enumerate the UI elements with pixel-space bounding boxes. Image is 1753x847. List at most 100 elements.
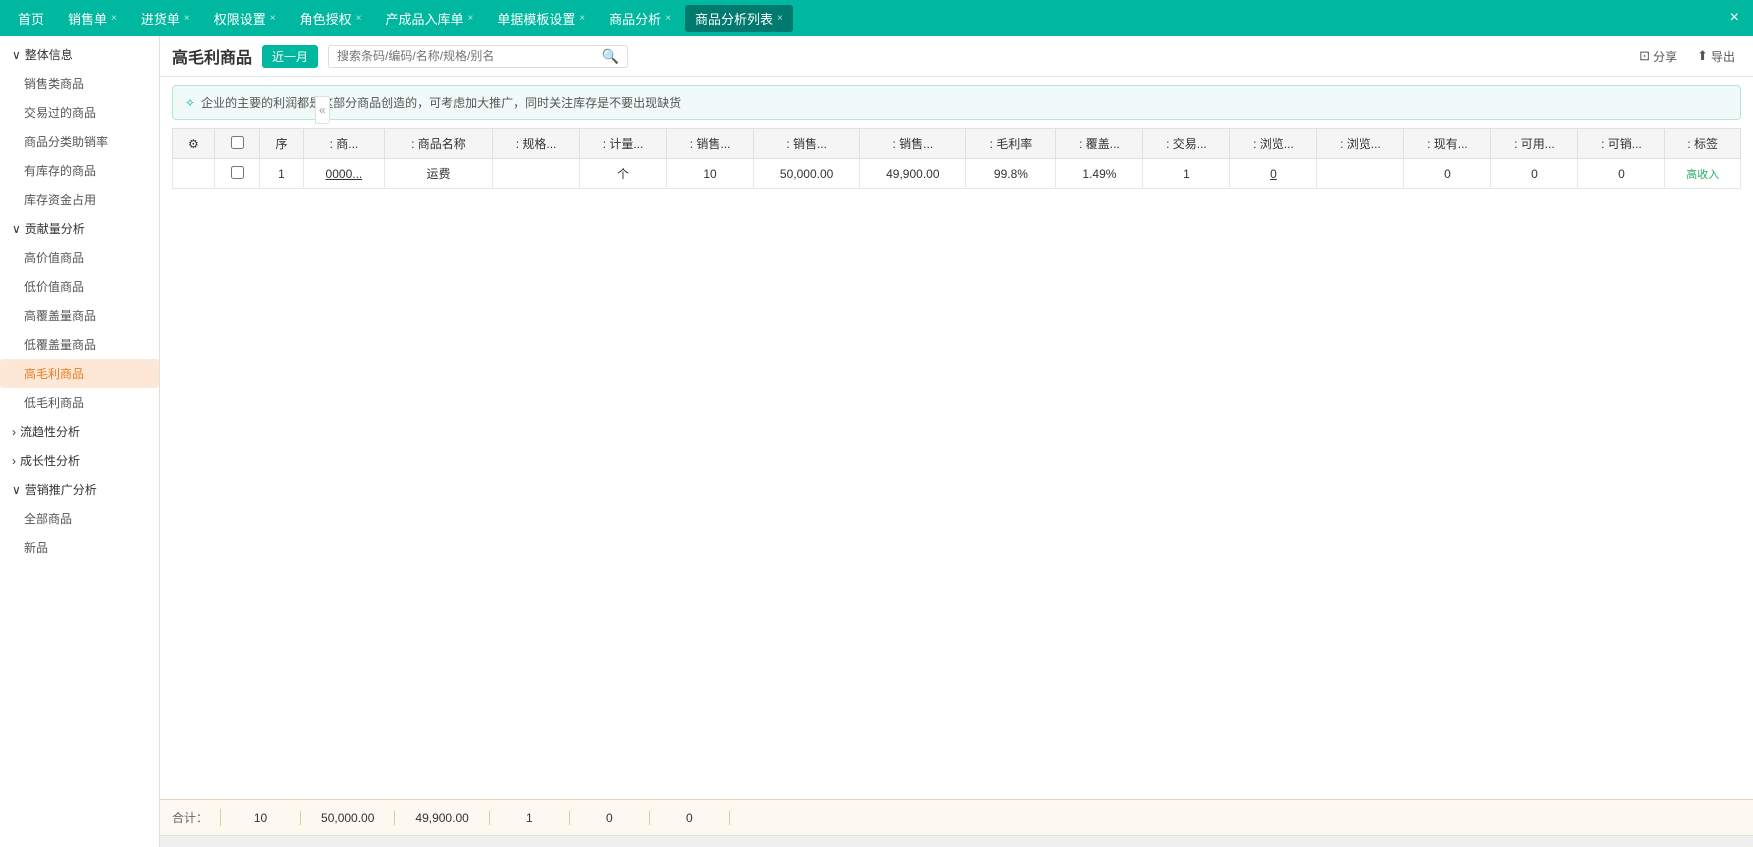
col-name[interactable]: : 商品名称 (384, 129, 492, 159)
date-filter-button[interactable]: 近一月 (262, 45, 318, 68)
col-code[interactable]: : 商... (303, 129, 384, 159)
close-role-tab[interactable]: × (356, 13, 362, 24)
sidebar-item-all-goods[interactable]: 全部商品 (0, 504, 159, 533)
sidebar-item-sales-goods[interactable]: 销售类商品 (0, 69, 159, 98)
sidebar-item-stock-capital[interactable]: 库存资金占用 (0, 185, 159, 214)
row-views1[interactable]: 0 (1230, 159, 1317, 189)
select-all-checkbox[interactable] (231, 136, 244, 149)
col-index: 序 (260, 129, 304, 159)
main-container: ∨ 整体信息 销售类商品 交易过的商品 商品分类助销率 有库存的商品 库存资金占… (0, 36, 1753, 847)
col-coverage[interactable]: : 覆盖... (1056, 129, 1143, 159)
nav-tab-analysis[interactable]: 商品分析 × (599, 5, 681, 32)
content-area: « 高毛利商品 近一月 🔍 ⊡ 分享 ⬆ 导出 ✧ (160, 36, 1753, 847)
close-permission-tab[interactable]: × (270, 13, 276, 24)
col-sales-qty[interactable]: : 销售... (667, 129, 754, 159)
row-sales-amt: 50,000.00 (754, 159, 860, 189)
close-analysis-list-tab[interactable]: × (777, 13, 783, 24)
sidebar-item-category-rate[interactable]: 商品分类助销率 (0, 127, 159, 156)
close-sales-tab[interactable]: × (111, 13, 117, 24)
row-saleable: 0 (1578, 159, 1665, 189)
sidebar-group-overall[interactable]: ∨ 整体信息 (0, 40, 159, 69)
nav-tab-role[interactable]: 角色授权 × (290, 5, 372, 32)
col-spec[interactable]: : 规格... (493, 129, 580, 159)
col-settings[interactable]: ⚙ (173, 129, 215, 159)
col-checkbox[interactable] (214, 129, 259, 159)
export-button[interactable]: ⬆ 导出 (1691, 45, 1741, 68)
sidebar-item-low-margin[interactable]: 低毛利商品 (0, 388, 159, 417)
sidebar-item-in-stock[interactable]: 有库存的商品 (0, 156, 159, 185)
col-available[interactable]: : 可用... (1491, 129, 1578, 159)
share-button[interactable]: ⊡ 分享 (1633, 45, 1683, 68)
row-transactions: 1 (1143, 159, 1230, 189)
header-actions: ⊡ 分享 ⬆ 导出 (1633, 45, 1741, 68)
close-template-tab[interactable]: × (579, 13, 585, 24)
close-product-in-tab[interactable]: × (467, 13, 473, 24)
nav-tab-analysis-list[interactable]: 商品分析列表 × (685, 5, 793, 32)
row-views2 (1317, 159, 1404, 189)
col-tag[interactable]: : 标签 (1665, 129, 1741, 159)
info-icon: ✧ (185, 96, 195, 110)
row-spec (493, 159, 580, 189)
sidebar-item-high-margin[interactable]: 高毛利商品 (0, 359, 159, 388)
collapse-icon: ∨ (12, 48, 21, 62)
col-transactions[interactable]: : 交易... (1143, 129, 1230, 159)
row-unit: 个 (580, 159, 667, 189)
col-stock[interactable]: : 现有... (1404, 129, 1491, 159)
footer-transactions: 1 (490, 811, 570, 825)
close-purchase-tab[interactable]: × (184, 13, 190, 24)
col-sales-amt[interactable]: : 销售... (754, 129, 860, 159)
search-box[interactable]: 🔍 (328, 45, 628, 68)
sidebar-group-marketing[interactable]: ∨ 营销推广分析 (0, 475, 159, 504)
content-header: 高毛利商品 近一月 🔍 ⊡ 分享 ⬆ 导出 (160, 36, 1753, 77)
row-stock: 0 (1404, 159, 1491, 189)
sidebar-toggle-button[interactable]: « (315, 96, 330, 124)
nav-tab-permission[interactable]: 权限设置 × (204, 5, 286, 32)
sidebar-group-contribution[interactable]: ∨ 贡献量分析 (0, 214, 159, 243)
sidebar-item-high-coverage[interactable]: 高覆盖量商品 (0, 301, 159, 330)
collapse-icon-marketing: ∨ (12, 483, 21, 497)
sidebar-item-traded-goods[interactable]: 交易过的商品 (0, 98, 159, 127)
row-coverage: 1.49% (1056, 159, 1143, 189)
expand-icon-growth: › (12, 454, 16, 468)
col-views2[interactable]: : 浏览... (1317, 129, 1404, 159)
col-unit[interactable]: : 计量... (580, 129, 667, 159)
footer-sales-amt: 50,000.00 (301, 811, 395, 825)
close-analysis-tab[interactable]: × (665, 13, 671, 24)
footer-sales-qty: 10 (221, 811, 301, 825)
info-banner: ✧ 企业的主要的利润都是这部分商品创造的，可考虑加大推广，同时关注库存是不要出现… (172, 85, 1741, 120)
sidebar-item-low-value[interactable]: 低价值商品 (0, 272, 159, 301)
search-icon[interactable]: 🔍 (602, 48, 619, 65)
col-saleable[interactable]: : 可销... (1578, 129, 1665, 159)
row-code[interactable]: 0000... (303, 159, 384, 189)
footer-sales-profit: 49,900.00 (395, 811, 489, 825)
footer-stock: 0 (570, 811, 650, 825)
row-available: 0 (1491, 159, 1578, 189)
footer-saleable: 0 (650, 811, 730, 825)
top-navigation: 首页 销售单 × 进货单 × 权限设置 × 角色授权 × 产成品入库单 × 单据… (0, 0, 1753, 36)
sidebar-item-low-coverage[interactable]: 低覆盖量商品 (0, 330, 159, 359)
nav-tab-product-in[interactable]: 产成品入库单 × (375, 5, 483, 32)
sidebar-group-growth[interactable]: › 成长性分析 (0, 446, 159, 475)
col-sales-profit[interactable]: : 销售... (860, 129, 966, 159)
nav-tab-purchase[interactable]: 进货单 × (131, 5, 200, 32)
search-input[interactable] (337, 49, 598, 63)
row-checkbox[interactable] (214, 159, 259, 189)
nav-tab-template[interactable]: 单据模板设置 × (487, 5, 595, 32)
row-tag: 高收入 (1665, 159, 1741, 189)
close-all-tabs[interactable]: × (1724, 9, 1745, 27)
sidebar-item-high-value[interactable]: 高价值商品 (0, 243, 159, 272)
row-select-checkbox[interactable] (231, 166, 244, 179)
nav-tab-home[interactable]: 首页 (8, 5, 54, 32)
table-row: 1 0000... 运费 个 10 50,000.00 49,900.00 99… (173, 159, 1741, 189)
row-sales-profit: 49,900.00 (860, 159, 966, 189)
info-text: 企业的主要的利润都是这部分商品创造的，可考虑加大推广，同时关注库存是不要出现缺货 (201, 94, 681, 111)
page-title: 高毛利商品 (172, 44, 252, 68)
sidebar-item-new-goods[interactable]: 新品 (0, 533, 159, 562)
collapse-icon-contribution: ∨ (12, 222, 21, 236)
sidebar-group-trend[interactable]: › 流趋性分析 (0, 417, 159, 446)
col-gross-margin[interactable]: : 毛利率 (966, 129, 1056, 159)
row-settings (173, 159, 215, 189)
col-views1[interactable]: : 浏览... (1230, 129, 1317, 159)
horizontal-scrollbar[interactable] (160, 835, 1753, 847)
nav-tab-sales[interactable]: 销售单 × (58, 5, 127, 32)
